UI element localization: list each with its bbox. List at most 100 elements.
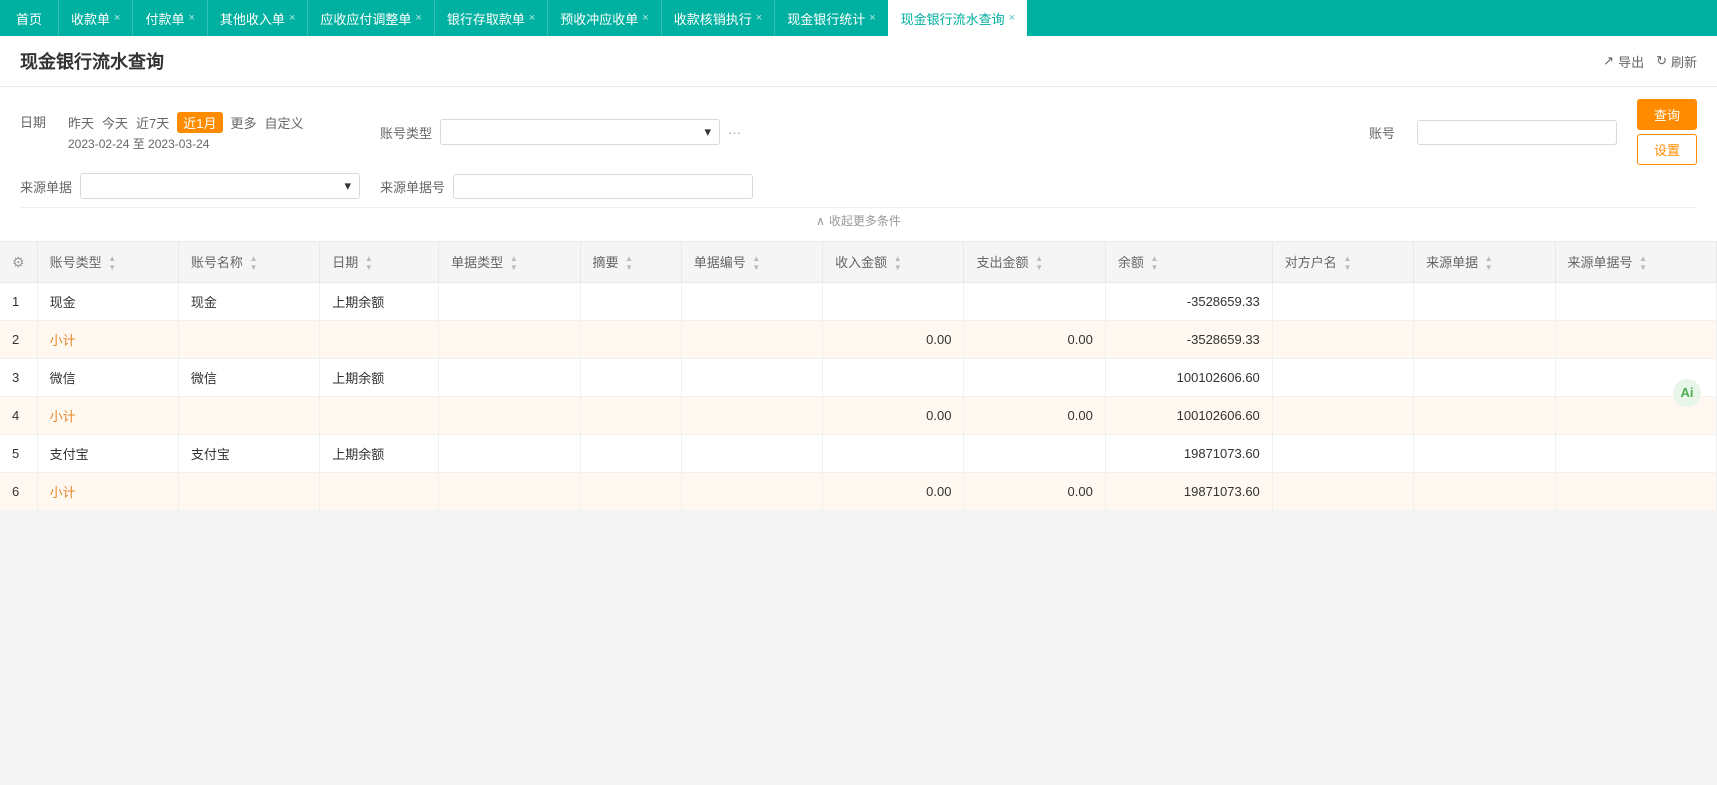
close-icon[interactable]: × bbox=[415, 12, 421, 24]
date-range: 2023-02-24 至 2023-03-24 bbox=[68, 135, 304, 152]
table-cell: 6 bbox=[0, 473, 37, 511]
query-button[interactable]: 查询 bbox=[1637, 99, 1697, 130]
account-input[interactable] bbox=[1417, 120, 1617, 145]
table-cell: 0.00 bbox=[823, 321, 964, 359]
table-cell bbox=[1272, 359, 1413, 397]
date-shortcuts: 昨天 今天 近7天 近1月 更多 自定义 bbox=[68, 112, 304, 133]
table-cell bbox=[439, 435, 580, 473]
table-cell: 19871073.60 bbox=[1105, 473, 1272, 511]
date-shortcut-today[interactable]: 今天 bbox=[102, 113, 128, 132]
settings-button[interactable]: 设置 bbox=[1637, 134, 1697, 165]
col-summary: 摘要 ▲▼ bbox=[580, 242, 681, 283]
sort-icon[interactable]: ▲▼ bbox=[510, 255, 518, 272]
table-cell bbox=[1414, 283, 1555, 321]
col-doc-type: 单据类型 ▲▼ bbox=[439, 242, 580, 283]
table-cell: 上期余额 bbox=[320, 283, 439, 321]
nav-tab-8[interactable]: 现金银行流水查询 × bbox=[888, 0, 1027, 36]
account-type-label: 账号类型 bbox=[380, 123, 432, 142]
nav-tab-0[interactable]: 收款单 × bbox=[58, 0, 132, 36]
col-counterpart: 对方户名 ▲▼ bbox=[1272, 242, 1413, 283]
col-balance: 余额 ▲▼ bbox=[1105, 242, 1272, 283]
table-cell bbox=[681, 397, 822, 435]
table-cell: 4 bbox=[0, 397, 37, 435]
sort-icon[interactable]: ▲▼ bbox=[1035, 255, 1043, 272]
date-shortcut-7days[interactable]: 近7天 bbox=[136, 113, 169, 132]
table-cell bbox=[1555, 283, 1716, 321]
date-shortcut-custom[interactable]: 自定义 bbox=[265, 113, 304, 132]
table-cell bbox=[439, 359, 580, 397]
sort-icon[interactable]: ▲▼ bbox=[894, 255, 902, 272]
sort-icon[interactable]: ▲▼ bbox=[1343, 255, 1351, 272]
table-cell: 支付宝 bbox=[178, 435, 319, 473]
export-button[interactable]: ↗ 导出 bbox=[1603, 52, 1644, 71]
table-cell: 上期余额 bbox=[320, 359, 439, 397]
account-type-select[interactable]: ▾ bbox=[440, 119, 720, 145]
col-account-name: 账号名称 ▲▼ bbox=[178, 242, 319, 283]
date-label: 日期 bbox=[20, 112, 60, 131]
table-cell bbox=[439, 321, 580, 359]
col-source-doc: 来源单据 ▲▼ bbox=[1414, 242, 1555, 283]
sort-icon[interactable]: ▲▼ bbox=[752, 255, 760, 272]
refresh-button[interactable]: ↻ 刷新 bbox=[1656, 52, 1697, 71]
close-icon[interactable]: × bbox=[756, 12, 762, 24]
table-cell bbox=[439, 283, 580, 321]
col-income: 收入金额 ▲▼ bbox=[823, 242, 964, 283]
table-cell: 0.00 bbox=[823, 473, 964, 511]
col-expense: 支出金额 ▲▼ bbox=[964, 242, 1105, 283]
nav-tab-7[interactable]: 现金银行统计 × bbox=[774, 0, 887, 36]
close-icon[interactable]: × bbox=[529, 12, 535, 24]
table-cell: 微信 bbox=[37, 359, 178, 397]
sort-icon[interactable]: ▲▼ bbox=[625, 255, 633, 272]
table-cell: 1 bbox=[0, 283, 37, 321]
date-shortcut-1month[interactable]: 近1月 bbox=[177, 112, 222, 133]
nav-tab-1[interactable]: 付款单 × bbox=[132, 0, 206, 36]
table-cell bbox=[1272, 321, 1413, 359]
source-doc-no-input[interactable] bbox=[453, 174, 753, 199]
table-cell: 2 bbox=[0, 321, 37, 359]
gear-icon[interactable]: ⚙ bbox=[12, 254, 25, 270]
sort-icon[interactable]: ▲▼ bbox=[1150, 255, 1158, 272]
close-icon[interactable]: × bbox=[289, 12, 295, 24]
date-shortcut-yesterday[interactable]: 昨天 bbox=[68, 113, 94, 132]
table-cell: 小计 bbox=[37, 397, 178, 435]
nav-tab-4[interactable]: 银行存取款单 × bbox=[434, 0, 547, 36]
date-shortcut-more[interactable]: 更多 bbox=[231, 113, 257, 132]
table-cell: 100102606.60 bbox=[1105, 397, 1272, 435]
close-icon[interactable]: × bbox=[188, 12, 194, 24]
close-icon[interactable]: × bbox=[869, 12, 875, 24]
nav-tab-3[interactable]: 应收应付调整单 × bbox=[307, 0, 433, 36]
sort-icon[interactable]: ▲▼ bbox=[365, 255, 373, 272]
table-cell bbox=[823, 359, 964, 397]
close-icon[interactable]: × bbox=[642, 12, 648, 24]
close-icon[interactable]: × bbox=[1009, 12, 1015, 24]
table-cell bbox=[681, 321, 822, 359]
table-row: 4小计0.000.00100102606.60 bbox=[0, 397, 1717, 435]
table-cell bbox=[1414, 435, 1555, 473]
more-options-dots[interactable]: ··· bbox=[728, 125, 741, 140]
source-doc-select[interactable]: ▾ bbox=[80, 173, 360, 199]
nav-tab-5[interactable]: 预收冲应收单 × bbox=[547, 0, 660, 36]
table-row: 2小计0.000.00-3528659.33 bbox=[0, 321, 1717, 359]
nav-tab-2[interactable]: 其他收入单 × bbox=[207, 0, 307, 36]
nav-tab-6[interactable]: 收款核销执行 × bbox=[661, 0, 774, 36]
collapse-bar[interactable]: ∧ 收起更多条件 bbox=[20, 207, 1697, 233]
sort-icon[interactable]: ▲▼ bbox=[250, 255, 258, 272]
ai-button[interactable]: Ai bbox=[1673, 379, 1701, 407]
table-cell: -3528659.33 bbox=[1105, 283, 1272, 321]
table-cell: 上期余额 bbox=[320, 435, 439, 473]
close-icon[interactable]: × bbox=[114, 12, 120, 24]
nav-home[interactable]: 首页 bbox=[0, 0, 58, 36]
sort-icon[interactable]: ▲▼ bbox=[1485, 255, 1493, 272]
table-cell: 现金 bbox=[178, 283, 319, 321]
table-cell: 支付宝 bbox=[37, 435, 178, 473]
table-cell bbox=[1414, 473, 1555, 511]
sort-icon[interactable]: ▲▼ bbox=[108, 255, 116, 272]
sort-icon[interactable]: ▲▼ bbox=[1639, 255, 1647, 272]
table-cell bbox=[1272, 473, 1413, 511]
table-cell: -3528659.33 bbox=[1105, 321, 1272, 359]
table-cell: 现金 bbox=[37, 283, 178, 321]
filter-row-source: 来源单据 ▾ 来源单据号 bbox=[20, 173, 1697, 199]
source-doc-no-label: 来源单据号 bbox=[380, 177, 445, 196]
source-doc-label: 来源单据 bbox=[20, 177, 72, 196]
data-table: ⚙ 账号类型 ▲▼ 账号名称 ▲▼ 日期 ▲▼ 单据类型 ▲▼ bbox=[0, 242, 1717, 511]
